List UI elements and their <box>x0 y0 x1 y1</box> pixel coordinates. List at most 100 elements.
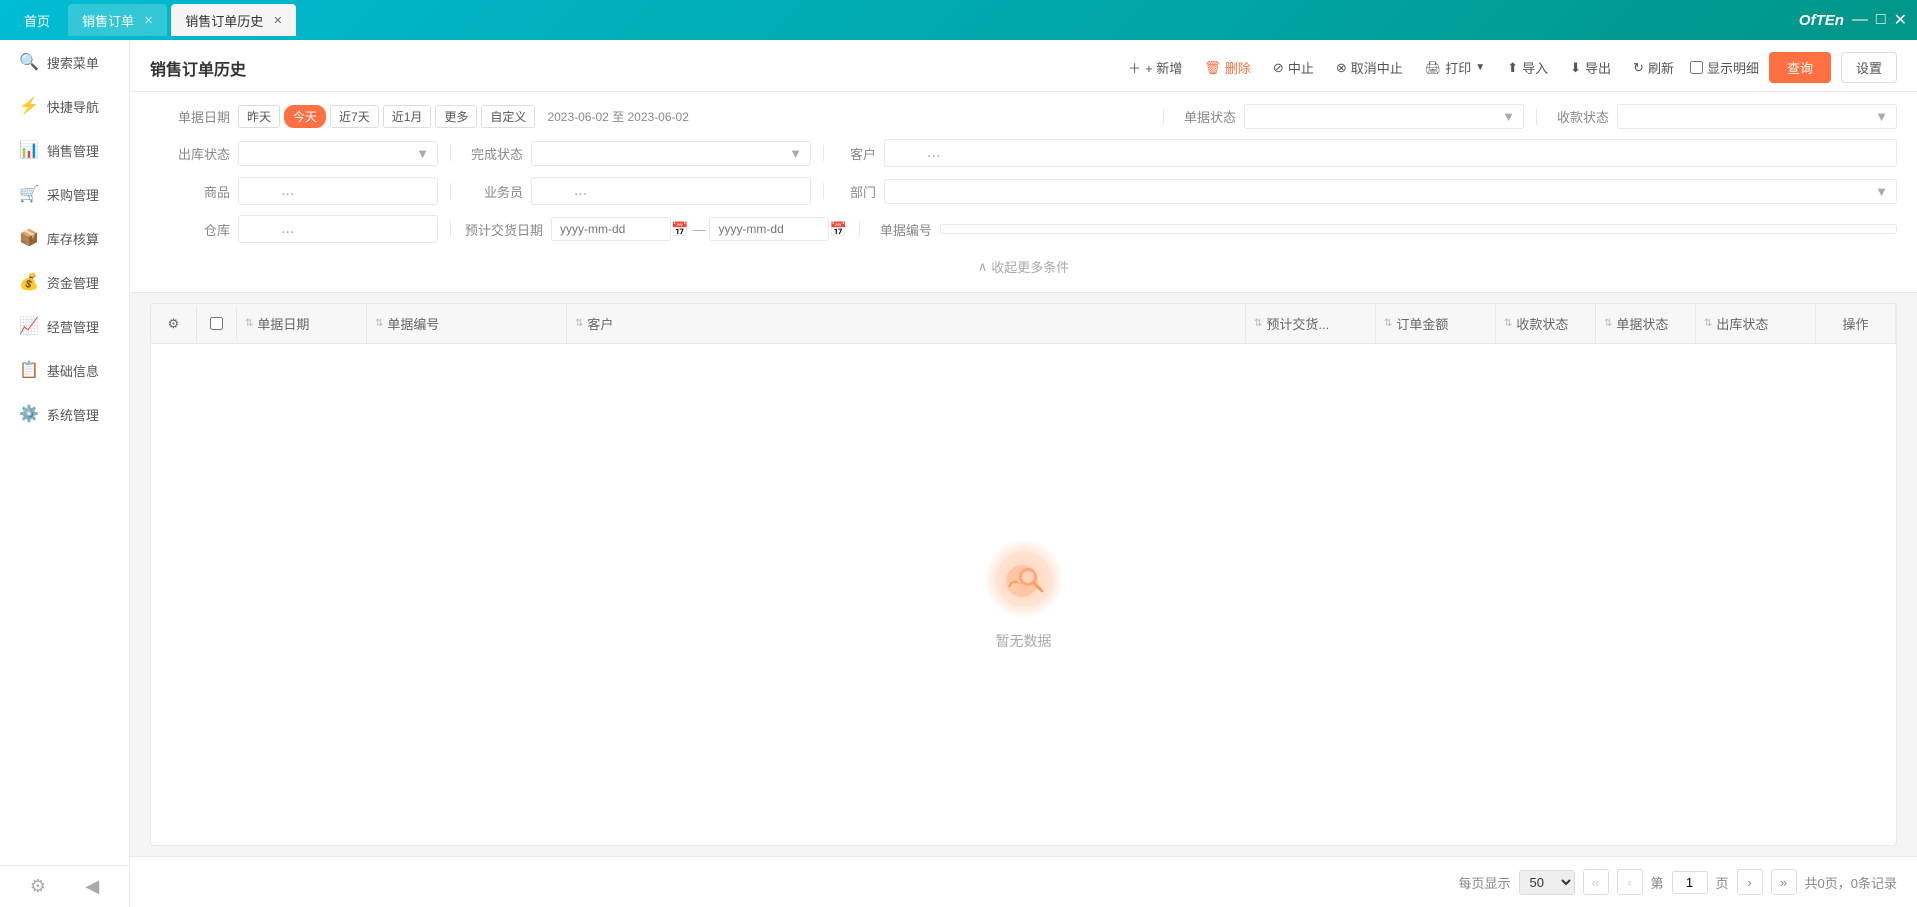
complete-status-select[interactable]: ▼ <box>531 141 811 166</box>
sidebar-item-inventory-label: 库存核算 <box>47 229 99 248</box>
th-doc-status[interactable]: ⇅ 单据状态 <box>1596 304 1696 343</box>
collapse-bar[interactable]: ∧ 收起更多条件 <box>150 253 1897 280</box>
collapse-icon: ∧ <box>978 259 988 275</box>
filter-row-4: 仓库 ... 预计交货日期 📅 — 📅 单据编号 <box>150 215 1897 243</box>
th-recv-status[interactable]: ⇅ 收款状态 <box>1496 304 1596 343</box>
doc-no-input[interactable] <box>940 224 1897 234</box>
show-detail-checkbox[interactable] <box>1690 61 1703 74</box>
salesperson-select[interactable]: ... <box>531 177 811 205</box>
th-amount[interactable]: ⇅ 订单金额 <box>1376 304 1496 343</box>
sidebar-item-basic-info-label: 基础信息 <box>47 361 99 380</box>
divider-7 <box>450 221 451 237</box>
setting-label: 设置 <box>1856 61 1882 76</box>
tab-home-label: 首页 <box>24 11 50 30</box>
complete-status-label: 完成状态 <box>463 144 523 163</box>
prev-page-btn[interactable]: ‹ <box>1617 869 1643 895</box>
sidebar-item-sales-mgmt[interactable]: 📊 销售管理 <box>0 128 129 172</box>
first-page-btn[interactable]: « <box>1583 869 1609 895</box>
maximize-btn[interactable]: □ <box>1876 11 1886 29</box>
dept-select[interactable]: ▼ <box>884 179 1897 204</box>
th-doc-no[interactable]: ⇅ 单据编号 <box>367 304 567 343</box>
sidebar-item-system-mgmt[interactable]: ⚙️ 系统管理 <box>0 392 129 436</box>
customer-dots-icon[interactable]: ... <box>923 144 944 162</box>
th-customer[interactable]: ⇅ 客户 <box>567 304 1246 343</box>
tab-sales-order-history[interactable]: 销售订单历史 ✕ <box>171 4 296 36</box>
setting-btn[interactable]: 设置 <box>1841 52 1897 83</box>
import-btn[interactable]: ⬆ 导入 <box>1501 54 1554 81</box>
th-doc-date-label: 单据日期 <box>257 314 309 333</box>
stop-btn[interactable]: ⊘ 中止 <box>1267 54 1320 81</box>
sidebar-item-purchase-mgmt[interactable]: 🛒 采购管理 <box>0 172 129 216</box>
warehouse-label: 仓库 <box>150 220 230 239</box>
date-btn-custom[interactable]: 自定义 <box>481 105 535 128</box>
goods-dots-icon[interactable]: ... <box>277 182 298 200</box>
empty-state: 暂无数据 <box>984 539 1064 651</box>
search-menu-icon: 🔍 <box>19 52 39 72</box>
delete-btn[interactable]: 🗑 删除 <box>1198 54 1257 81</box>
customer-select[interactable]: ... <box>884 139 1897 167</box>
th-out-status[interactable]: ⇅ 出库状态 <box>1696 304 1816 343</box>
brand-label: OfTEn <box>1799 12 1844 29</box>
tab-sales-order[interactable]: 销售订单 ✕ <box>68 4 167 36</box>
tab-home[interactable]: 首页 <box>10 4 64 36</box>
sidebar-item-inventory[interactable]: 📦 库存核算 <box>0 216 129 260</box>
th-delivery[interactable]: ⇅ 预计交货... <box>1246 304 1376 343</box>
sidebar-bottom: ⚙ ◀ <box>0 865 129 907</box>
divider-6 <box>823 183 824 199</box>
warehouse-select[interactable]: ... <box>238 215 438 243</box>
date-btn-more[interactable]: 更多 <box>435 105 477 128</box>
page-size-select[interactable]: 50 10 20 100 <box>1519 870 1575 895</box>
sidebar-item-operations[interactable]: 📈 经营管理 <box>0 304 129 348</box>
warehouse-dots-icon[interactable]: ... <box>277 220 298 238</box>
salesperson-dots-icon[interactable]: ... <box>570 182 591 200</box>
cancel-stop-btn[interactable]: ⊗ 取消中止 <box>1330 54 1409 81</box>
date-btn-today[interactable]: 今天 <box>284 105 326 128</box>
page-number-input[interactable] <box>1672 871 1708 894</box>
show-detail-checkbox-label[interactable]: 显示明细 <box>1690 58 1759 77</box>
sidebar-item-quick-nav-label: 快捷导航 <box>47 97 99 116</box>
date-btn-1month[interactable]: 近1月 <box>383 105 432 128</box>
sidebar-item-search-menu[interactable]: 🔍 搜索菜单 <box>0 40 129 84</box>
doc-status-select[interactable]: ▼ <box>1244 104 1524 129</box>
recv-status-select[interactable]: ▼ <box>1617 104 1897 129</box>
date-range-text: 2023-06-02 至 2023-06-02 <box>547 108 688 125</box>
operations-icon: 📈 <box>19 316 39 336</box>
calendar-to-icon[interactable]: 📅 <box>829 221 846 238</box>
calendar-from-icon[interactable]: 📅 <box>671 221 688 238</box>
sales-mgmt-icon: 📊 <box>19 140 39 160</box>
export-btn[interactable]: ⬇ 导出 <box>1564 54 1617 81</box>
divider-4 <box>823 145 824 161</box>
th-doc-date[interactable]: ⇅ 单据日期 <box>237 304 367 343</box>
date-btn-7days[interactable]: 近7天 <box>330 105 379 128</box>
query-label: 查询 <box>1787 61 1813 76</box>
add-label: + 新增 <box>1145 58 1182 77</box>
sidebar-item-finance[interactable]: 💰 资金管理 <box>0 260 129 304</box>
sidebar-settings-btn[interactable]: ⚙ <box>30 876 46 897</box>
th-settings[interactable]: ⚙ <box>151 306 197 342</box>
print-btn[interactable]: 🖨 打印 ▼ <box>1419 54 1491 81</box>
select-all-checkbox[interactable] <box>210 317 223 330</box>
query-btn[interactable]: 查询 <box>1769 52 1831 83</box>
import-label: 导入 <box>1522 58 1548 77</box>
tab-sales-order-close[interactable]: ✕ <box>144 14 153 27</box>
date-btn-yesterday[interactable]: 昨天 <box>238 105 280 128</box>
sidebar-collapse-btn[interactable]: ◀ <box>85 876 99 897</box>
minimize-btn[interactable]: — <box>1852 11 1868 29</box>
prev-page-icon: ‹ <box>1627 875 1631 890</box>
expected-date-to[interactable] <box>709 217 829 241</box>
th-checkbox[interactable] <box>197 307 237 340</box>
close-window-btn[interactable]: ✕ <box>1894 10 1907 30</box>
sidebar-item-quick-nav[interactable]: ⚡ 快捷导航 <box>0 84 129 128</box>
recv-status-arrow-icon: ▼ <box>1875 109 1888 124</box>
tab-sales-order-history-close[interactable]: ✕ <box>273 14 282 27</box>
add-btn[interactable]: ＋ + 新增 <box>1122 54 1188 81</box>
sidebar-item-basic-info[interactable]: 📋 基础信息 <box>0 348 129 392</box>
next-page-btn[interactable]: › <box>1737 869 1763 895</box>
expected-date-from[interactable] <box>551 217 671 241</box>
last-page-btn[interactable]: » <box>1771 869 1797 895</box>
first-page-icon: « <box>1592 875 1599 890</box>
filter-row-1: 单据日期 昨天 今天 近7天 近1月 更多 自定义 2023-06-02 至 2… <box>150 104 1897 129</box>
refresh-btn[interactable]: ↻ 刷新 <box>1627 54 1680 81</box>
out-status-select[interactable]: ▼ <box>238 141 438 166</box>
goods-select[interactable]: ... <box>238 177 438 205</box>
